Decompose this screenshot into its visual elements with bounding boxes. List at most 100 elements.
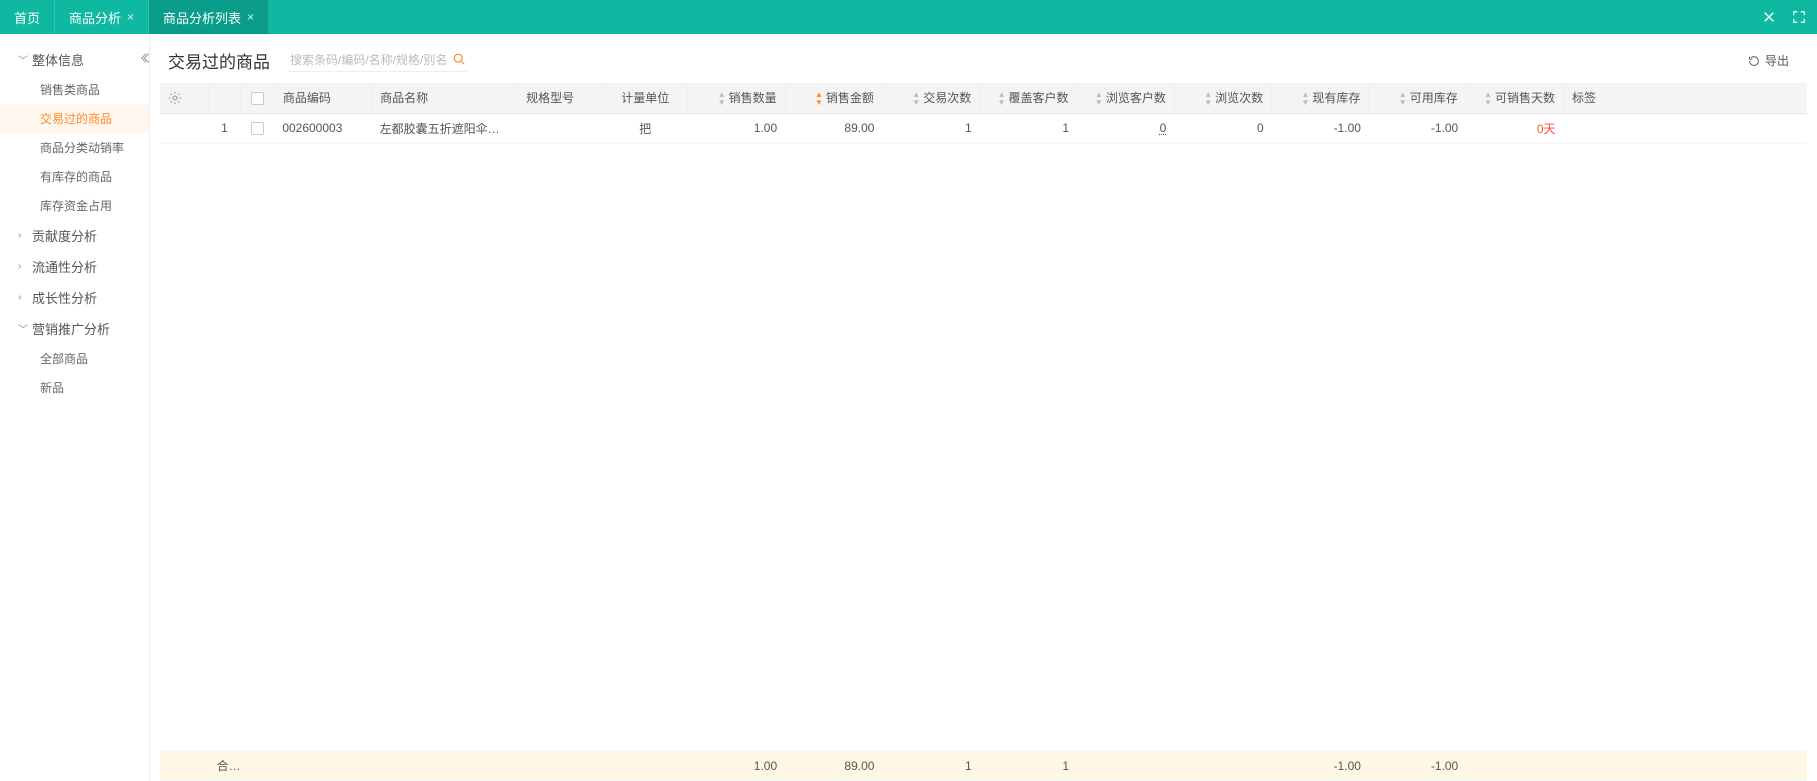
collapse-sidebar-button[interactable] (139, 50, 155, 66)
totals-cell-chk (240, 751, 274, 781)
col-view_cust[interactable]: ▲▼浏览客户数 (1077, 83, 1174, 113)
chevron-right-icon: › (18, 261, 28, 272)
col-label: 现有库存 (1312, 91, 1360, 105)
col-label: 浏览客户数 (1106, 91, 1166, 105)
col-idx (209, 83, 241, 113)
totals-cell-sale_days (1466, 751, 1563, 781)
col-avail[interactable]: ▲▼可用库存 (1369, 83, 1466, 113)
menu-header-circulation[interactable]: › 流通性分析 (0, 251, 149, 282)
table-row[interactable]: 1002600003左都胶囊五折遮阳伞防晒伞:把1.0089.001100-1.… (160, 113, 1807, 143)
main-content: 交易过的商品 导出 商品编码商品名称规格型号计量单位▲▼销售数量▲▼销售金额▲▼… (150, 34, 1817, 781)
totals-cell-view_cust (1077, 751, 1174, 781)
table-wrap: 商品编码商品名称规格型号计量单位▲▼销售数量▲▼销售金额▲▼交易次数▲▼覆盖客户… (150, 83, 1817, 781)
sort-icon[interactable]: ▲▼ (815, 91, 823, 107)
sidebar: ﹀ 整体信息 销售类商品 交易过的商品 商品分类动销率 有库存的商品 库存资金占… (0, 34, 150, 781)
col-spec: 规格型号 (518, 83, 603, 113)
tab-product-analysis-list[interactable]: 商品分析列表 × (149, 0, 269, 34)
cell-trade_cnt: 1 (882, 113, 979, 143)
col-stock[interactable]: ▲▼现有库存 (1272, 83, 1369, 113)
col-view_cnt[interactable]: ▲▼浏览次数 (1174, 83, 1271, 113)
cell-idx: 1 (209, 113, 241, 143)
col-sale_days[interactable]: ▲▼可销售天数 (1466, 83, 1563, 113)
sort-icon[interactable]: ▲▼ (1095, 91, 1103, 107)
tab-product-analysis[interactable]: 商品分析 × (55, 0, 149, 34)
export-button[interactable]: 导出 (1739, 48, 1797, 73)
product-table: 商品编码商品名称规格型号计量单位▲▼销售数量▲▼销售金额▲▼交易次数▲▼覆盖客户… (160, 83, 1807, 144)
menu-group-contribution: › 贡献度分析 (0, 220, 149, 251)
totals-cell-sale_qty: 1.00 (688, 751, 785, 781)
col-sale_qty[interactable]: ▲▼销售数量 (688, 83, 785, 113)
gear-icon[interactable] (168, 91, 182, 105)
col-label: 计量单位 (621, 91, 669, 105)
col-gear[interactable] (160, 83, 209, 113)
cell-view_cust: 0 (1077, 113, 1174, 143)
col-tags: 标签 (1564, 83, 1807, 113)
chevron-right-icon: › (18, 230, 28, 241)
tab-label: 商品分析 (69, 8, 121, 27)
sort-icon[interactable]: ▲▼ (1399, 91, 1407, 107)
refresh-export-icon (1747, 53, 1761, 68)
totals-cell-avail: -1.00 (1369, 751, 1466, 781)
sidebar-item-all-products[interactable]: 全部商品 (0, 344, 149, 373)
col-label: 规格型号 (526, 91, 574, 105)
tab-home[interactable]: 首页 (0, 0, 55, 34)
sidebar-item-new-products[interactable]: 新品 (0, 373, 149, 402)
col-label: 覆盖客户数 (1009, 91, 1069, 105)
col-name: 商品名称 (372, 83, 518, 113)
select-all-checkbox[interactable] (251, 92, 264, 105)
cell-chk (240, 113, 274, 143)
row-checkbox[interactable] (251, 122, 264, 135)
totals-table: 合计:1.0089.0011-1.00-1.00 (160, 751, 1807, 781)
search-icon[interactable] (452, 51, 466, 66)
close-all-icon[interactable] (1759, 7, 1779, 27)
menu-header-label: 流通性分析 (32, 257, 97, 276)
col-label: 浏览次数 (1215, 91, 1263, 105)
totals-cell-unit (603, 751, 688, 781)
sort-icon[interactable]: ▲▼ (1301, 91, 1309, 107)
totals-cell-spec (518, 751, 603, 781)
chevron-down-icon: ﹀ (18, 321, 28, 336)
chevron-down-icon: ﹀ (18, 52, 28, 67)
sidebar-item-stock-capital[interactable]: 库存资金占用 (0, 191, 149, 220)
close-icon[interactable]: × (247, 10, 254, 24)
view-customers-link[interactable]: 0 (1160, 121, 1167, 135)
tab-bar-right (1751, 0, 1817, 34)
menu-header-contribution[interactable]: › 贡献度分析 (0, 220, 149, 251)
cell-avail: -1.00 (1369, 113, 1466, 143)
search-input[interactable] (288, 49, 468, 72)
tab-label: 商品分析列表 (163, 8, 241, 27)
sidebar-item-sales-products[interactable]: 销售类商品 (0, 75, 149, 104)
totals-cell-view_cnt (1174, 751, 1271, 781)
fullscreen-icon[interactable] (1789, 7, 1809, 27)
cell-gear (160, 113, 209, 143)
menu-header-overall[interactable]: ﹀ 整体信息 (0, 44, 149, 75)
col-cust_cnt[interactable]: ▲▼覆盖客户数 (980, 83, 1077, 113)
cell-sale_days: 0天 (1466, 113, 1563, 143)
menu-header-growth[interactable]: › 成长性分析 (0, 282, 149, 313)
menu-header-marketing[interactable]: ﹀ 营销推广分析 (0, 313, 149, 344)
menu-header-label: 营销推广分析 (32, 319, 110, 338)
menu-group-overall: ﹀ 整体信息 销售类商品 交易过的商品 商品分类动销率 有库存的商品 库存资金占… (0, 44, 149, 220)
tab-bar: 首页 商品分析 × 商品分析列表 × (0, 0, 1817, 34)
table-header-row: 商品编码商品名称规格型号计量单位▲▼销售数量▲▼销售金额▲▼交易次数▲▼覆盖客户… (160, 83, 1807, 113)
cell-spec (518, 113, 603, 143)
totals-cell-trade_cnt: 1 (882, 751, 979, 781)
menu-group-growth: › 成长性分析 (0, 282, 149, 313)
close-icon[interactable]: × (127, 10, 134, 24)
sidebar-item-category-turnover[interactable]: 商品分类动销率 (0, 133, 149, 162)
sort-icon[interactable]: ▲▼ (1204, 91, 1212, 107)
col-code: 商品编码 (274, 83, 371, 113)
sort-icon[interactable]: ▲▼ (1484, 91, 1492, 107)
cell-stock: -1.00 (1272, 113, 1369, 143)
totals-cell-idx: 合计: (209, 751, 241, 781)
sort-icon[interactable]: ▲▼ (912, 91, 920, 107)
sort-icon[interactable]: ▲▼ (998, 91, 1006, 107)
menu-group-circulation: › 流通性分析 (0, 251, 149, 282)
cell-unit: 把 (603, 113, 688, 143)
sidebar-item-traded-products[interactable]: 交易过的商品 (0, 104, 149, 133)
col-trade_cnt[interactable]: ▲▼交易次数 (882, 83, 979, 113)
col-chk[interactable] (240, 83, 274, 113)
sidebar-item-in-stock-products[interactable]: 有库存的商品 (0, 162, 149, 191)
col-sale_amt[interactable]: ▲▼销售金额 (785, 83, 882, 113)
sort-icon[interactable]: ▲▼ (718, 91, 726, 107)
